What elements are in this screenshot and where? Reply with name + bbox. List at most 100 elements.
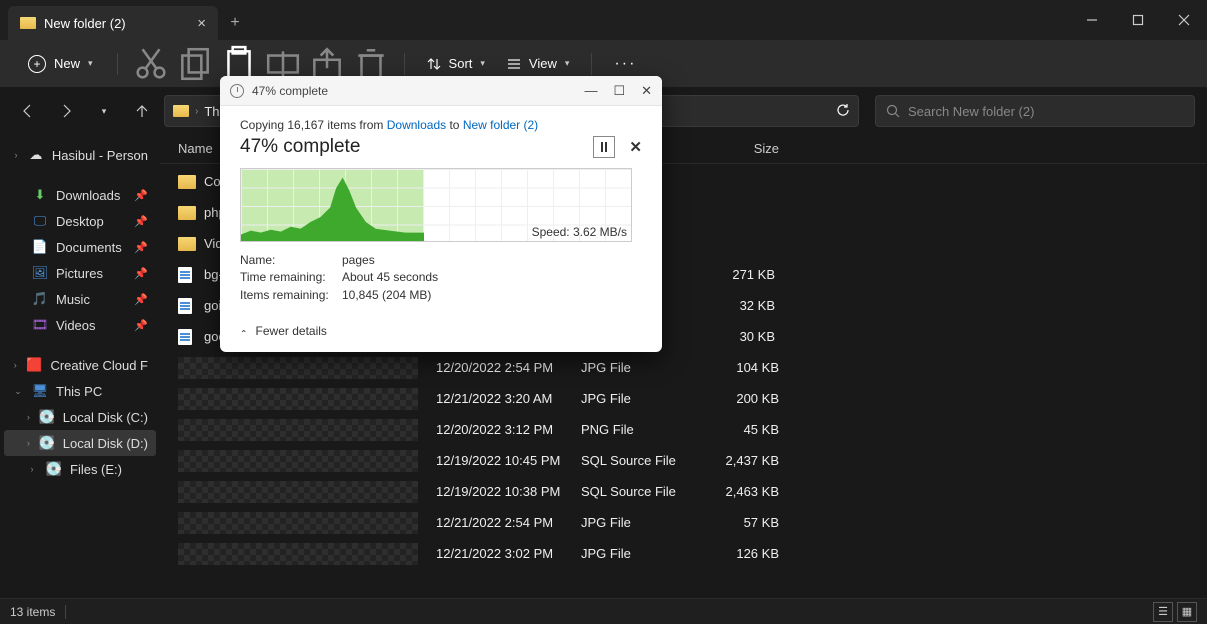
pin-icon: 📌: [134, 293, 148, 306]
folder-icon: [178, 175, 196, 189]
share-icon[interactable]: [308, 48, 346, 80]
cc-icon: 🟥: [26, 357, 42, 373]
minimize-button[interactable]: [1069, 0, 1115, 40]
more-button[interactable]: ···: [606, 48, 644, 80]
dialog-minimize-icon[interactable]: —: [584, 83, 597, 99]
folder-icon: [20, 17, 36, 29]
sidebar-item-music[interactable]: 🎵Music📌: [4, 286, 156, 312]
pin-icon: 📌: [134, 189, 148, 202]
pause-button[interactable]: [593, 136, 615, 158]
up-button[interactable]: [126, 95, 158, 127]
chevron-down-icon: ▾: [480, 58, 485, 69]
copy-source-link[interactable]: Downloads: [387, 118, 446, 132]
chevron-up-icon: ⌄: [240, 327, 248, 338]
cancel-button[interactable]: ✕: [629, 138, 642, 156]
folder-icon: [178, 237, 196, 251]
sidebar-item-personal[interactable]: ›☁Hasibul - Person: [4, 142, 156, 168]
table-row[interactable]: 12/20/2022 3:12 PMPNG File45 KB: [160, 414, 1207, 445]
tab-active[interactable]: New folder (2) ×: [8, 6, 218, 40]
new-button[interactable]: + New ▾: [18, 51, 103, 77]
sidebar-item-downloads[interactable]: ⬇Downloads📌: [4, 182, 156, 208]
fewer-details-button[interactable]: ⌄Fewer details: [220, 314, 662, 352]
sidebar-item-pictures[interactable]: 🖼Pictures📌: [4, 260, 156, 286]
pin-icon: 📌: [134, 267, 148, 280]
file-icon: [178, 329, 192, 345]
sidebar-item-thispc[interactable]: ⌄🖥This PC: [4, 378, 156, 404]
new-tab-button[interactable]: +: [218, 6, 252, 40]
disk-icon: 💽: [46, 461, 62, 477]
speed-value: 3.62 MB/s: [573, 225, 627, 239]
tab-close-icon[interactable]: ×: [197, 15, 206, 32]
rename-icon[interactable]: [264, 48, 302, 80]
redacted-name: [178, 543, 418, 565]
cut-icon[interactable]: [132, 48, 170, 80]
pin-icon: 📌: [134, 241, 148, 254]
clock-icon: [230, 84, 244, 98]
documents-icon: 📄: [32, 239, 48, 255]
progress-percent: 47% complete: [240, 136, 360, 158]
music-icon: 🎵: [32, 291, 48, 307]
paste-icon[interactable]: [220, 48, 258, 80]
disk-icon: 💽: [39, 409, 55, 425]
sidebar-item-filese[interactable]: ›💽Files (E:): [4, 456, 156, 482]
plus-circle-icon: +: [28, 55, 46, 73]
dialog-titlebar[interactable]: 47% complete — ☐ ✕: [220, 76, 662, 106]
forward-button[interactable]: [50, 95, 82, 127]
copy-summary: Copying 16,167 items from Downloads to N…: [240, 118, 642, 132]
dialog-title: 47% complete: [252, 84, 328, 98]
sidebar-item-diskd[interactable]: ›💽Local Disk (D:): [4, 430, 156, 456]
table-row[interactable]: 12/21/2022 3:02 PMJPG File126 KB: [160, 538, 1207, 569]
sort-icon: [427, 57, 441, 71]
search-box[interactable]: [875, 95, 1195, 127]
tab-title: New folder (2): [44, 16, 126, 31]
maximize-button[interactable]: [1115, 0, 1161, 40]
view-label: View: [529, 56, 557, 71]
items-remaining: 10,845 (204 MB): [342, 288, 431, 302]
close-button[interactable]: [1161, 0, 1207, 40]
copy-dialog: 47% complete — ☐ ✕ Copying 16,167 items …: [220, 76, 662, 352]
folder-icon: [178, 206, 196, 220]
copy-dest-link[interactable]: New folder (2): [463, 118, 538, 132]
file-icon: [178, 267, 192, 283]
desktop-icon: 🖵: [32, 213, 48, 229]
table-row[interactable]: 12/20/2022 2:54 PMJPG File104 KB: [160, 352, 1207, 383]
view-button[interactable]: View ▾: [499, 56, 577, 71]
sidebar-item-videos[interactable]: 🎞Videos📌: [4, 312, 156, 338]
download-icon: ⬇: [32, 187, 48, 203]
pictures-icon: 🖼: [32, 265, 48, 281]
sidebar-item-documents[interactable]: 📄Documents📌: [4, 234, 156, 260]
sidebar-item-desktop[interactable]: 🖵Desktop📌: [4, 208, 156, 234]
dialog-close-icon[interactable]: ✕: [641, 83, 652, 99]
sidebar: ›☁Hasibul - Person ⬇Downloads📌 🖵Desktop📌…: [0, 134, 160, 598]
speed-graph: Speed: 3.62 MB/s: [240, 168, 632, 242]
pin-icon: 📌: [134, 215, 148, 228]
sidebar-item-diskc[interactable]: ›💽Local Disk (C:): [4, 404, 156, 430]
copy-icon[interactable]: [176, 48, 214, 80]
delete-icon[interactable]: [352, 48, 390, 80]
videos-icon: 🎞: [32, 317, 48, 333]
back-button[interactable]: [12, 95, 44, 127]
redacted-name: [178, 388, 418, 410]
thumbnails-view-icon[interactable]: ▦: [1177, 602, 1197, 622]
redacted-name: [178, 419, 418, 441]
sidebar-item-creative-cloud[interactable]: ›🟥Creative Cloud F: [4, 352, 156, 378]
col-size[interactable]: Size: [699, 141, 779, 156]
disk-icon: 💽: [39, 435, 55, 451]
table-row[interactable]: 12/19/2022 10:45 PMSQL Source File2,437 …: [160, 445, 1207, 476]
refresh-button[interactable]: [836, 103, 850, 120]
table-row[interactable]: 12/21/2022 2:54 PMJPG File57 KB: [160, 507, 1207, 538]
table-row[interactable]: 12/21/2022 3:20 AMJPG File200 KB: [160, 383, 1207, 414]
details-view-icon[interactable]: ☰: [1153, 602, 1173, 622]
sort-button[interactable]: Sort ▾: [419, 56, 493, 71]
time-remaining: About 45 seconds: [342, 270, 438, 284]
table-row[interactable]: 12/19/2022 10:38 PMSQL Source File2,463 …: [160, 476, 1207, 507]
titlebar: New folder (2) × +: [0, 0, 1207, 40]
recent-button[interactable]: ▾: [88, 95, 120, 127]
chevron-down-icon: ▾: [565, 58, 570, 69]
redacted-name: [178, 450, 418, 472]
search-input[interactable]: [908, 104, 1184, 119]
dialog-maximize-icon[interactable]: ☐: [613, 83, 625, 99]
statusbar: 13 items ☰ ▦: [0, 598, 1207, 624]
pin-icon: 📌: [134, 319, 148, 332]
sort-label: Sort: [449, 56, 473, 71]
